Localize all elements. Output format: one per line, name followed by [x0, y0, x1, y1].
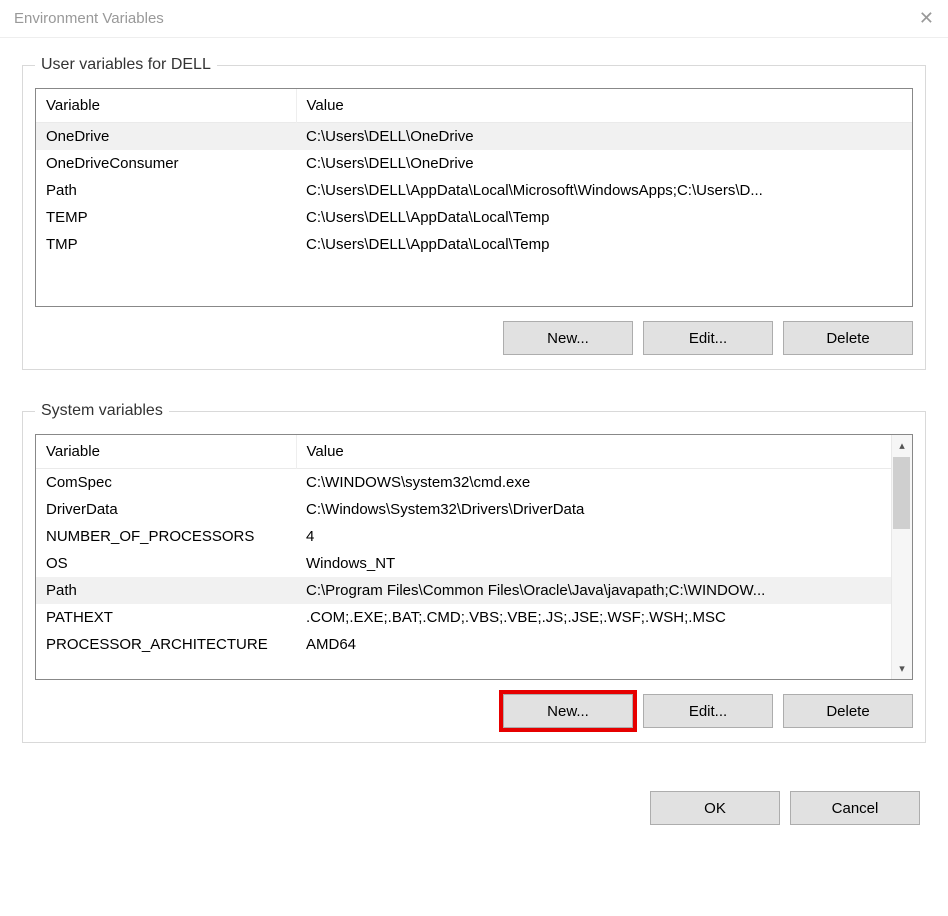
cell-value: C:\Users\DELL\AppData\Local\Microsoft\Wi… [296, 177, 912, 204]
table-row[interactable]: PROCESSOR_ARCHITECTUREAMD64 [36, 631, 891, 658]
user-delete-button[interactable]: Delete [783, 321, 913, 355]
table-row[interactable]: NUMBER_OF_PROCESSORS4 [36, 523, 891, 550]
table-row[interactable]: PathC:\Users\DELL\AppData\Local\Microsof… [36, 177, 912, 204]
scrollbar[interactable]: ▴ ▾ [891, 435, 912, 679]
system-delete-button[interactable]: Delete [783, 694, 913, 728]
cell-value: C:\Program Files\Common Files\Oracle\Jav… [296, 577, 891, 604]
cell-value: C:\WINDOWS\system32\cmd.exe [296, 469, 891, 497]
column-value[interactable]: Value [296, 89, 912, 123]
cell-variable: DriverData [36, 496, 296, 523]
table-header-row[interactable]: Variable Value [36, 89, 912, 123]
table-row[interactable]: DriverDataC:\Windows\System32\Drivers\Dr… [36, 496, 891, 523]
table-row[interactable]: OneDriveConsumerC:\Users\DELL\OneDrive [36, 150, 912, 177]
scroll-up-icon[interactable]: ▴ [892, 435, 913, 456]
cell-value: C:\Users\DELL\OneDrive [296, 123, 912, 151]
cell-variable: PROCESSOR_ARCHITECTURE [36, 631, 296, 658]
cancel-button[interactable]: Cancel [790, 791, 920, 825]
system-variables-group: System variables Variable Value ComSpecC… [22, 402, 926, 743]
table-header-row[interactable]: Variable Value [36, 435, 891, 469]
system-new-button[interactable]: New... [503, 694, 633, 728]
cell-value: 4 [296, 523, 891, 550]
system-button-row: New... Edit... Delete [35, 694, 913, 728]
cell-value: .COM;.EXE;.BAT;.CMD;.VBS;.VBE;.JS;.JSE;.… [296, 604, 891, 631]
system-variables-legend: System variables [35, 402, 169, 420]
cell-variable: TEMP [36, 204, 296, 231]
cell-variable: PATHEXT [36, 604, 296, 631]
cell-variable: OneDriveConsumer [36, 150, 296, 177]
scroll-down-icon[interactable]: ▾ [892, 658, 913, 679]
table-row[interactable]: TMPC:\Users\DELL\AppData\Local\Temp [36, 231, 912, 258]
cell-variable: Path [36, 577, 296, 604]
cell-value: C:\Users\DELL\OneDrive [296, 150, 912, 177]
cell-value: C:\Users\DELL\AppData\Local\Temp [296, 231, 912, 258]
scroll-thumb[interactable] [893, 457, 910, 529]
cell-value: Windows_NT [296, 550, 891, 577]
user-variables-legend: User variables for DELL [35, 56, 217, 74]
system-edit-button[interactable]: Edit... [643, 694, 773, 728]
user-variables-table[interactable]: Variable Value OneDriveC:\Users\DELL\One… [35, 88, 913, 307]
table-row[interactable]: TEMPC:\Users\DELL\AppData\Local\Temp [36, 204, 912, 231]
cell-variable: OS [36, 550, 296, 577]
table-row[interactable]: PATHEXT.COM;.EXE;.BAT;.CMD;.VBS;.VBE;.JS… [36, 604, 891, 631]
table-row[interactable]: OneDriveC:\Users\DELL\OneDrive [36, 123, 912, 151]
table-row[interactable]: PathC:\Program Files\Common Files\Oracle… [36, 577, 891, 604]
window-title: Environment Variables [14, 10, 164, 27]
titlebar: Environment Variables ✕ [0, 0, 948, 38]
user-button-row: New... Edit... Delete [35, 321, 913, 355]
cell-variable: Path [36, 177, 296, 204]
table-row[interactable]: ComSpecC:\WINDOWS\system32\cmd.exe [36, 469, 891, 497]
user-edit-button[interactable]: Edit... [643, 321, 773, 355]
cell-variable: OneDrive [36, 123, 296, 151]
user-new-button[interactable]: New... [503, 321, 633, 355]
cell-variable: ComSpec [36, 469, 296, 497]
table-spacer [36, 258, 912, 306]
cell-variable: NUMBER_OF_PROCESSORS [36, 523, 296, 550]
close-icon[interactable]: ✕ [919, 8, 934, 29]
column-variable[interactable]: Variable [36, 89, 296, 123]
dialog-footer: OK Cancel [0, 787, 948, 837]
user-variables-group: User variables for DELL Variable Value O… [22, 56, 926, 370]
cell-value: AMD64 [296, 631, 891, 658]
table-row[interactable]: OSWindows_NT [36, 550, 891, 577]
ok-button[interactable]: OK [650, 791, 780, 825]
column-value[interactable]: Value [296, 435, 891, 469]
cell-value: C:\Windows\System32\Drivers\DriverData [296, 496, 891, 523]
cell-variable: TMP [36, 231, 296, 258]
cell-value: C:\Users\DELL\AppData\Local\Temp [296, 204, 912, 231]
system-variables-table[interactable]: Variable Value ComSpecC:\WINDOWS\system3… [35, 434, 913, 680]
dialog-body: User variables for DELL Variable Value O… [0, 38, 948, 787]
column-variable[interactable]: Variable [36, 435, 296, 469]
